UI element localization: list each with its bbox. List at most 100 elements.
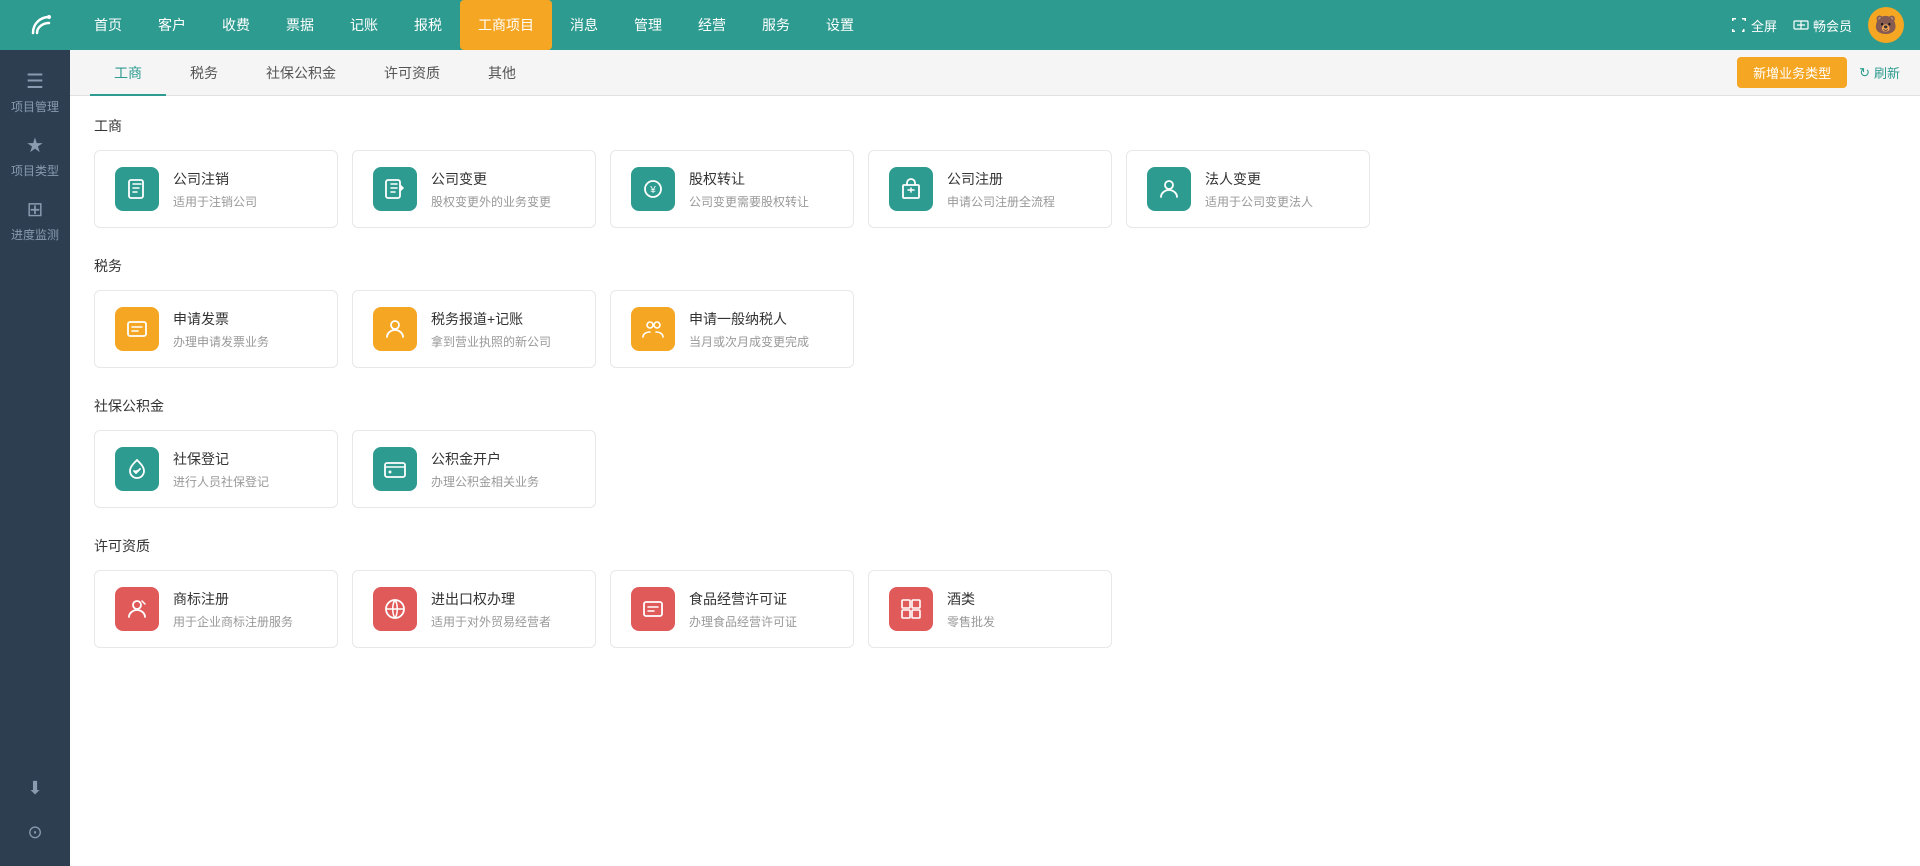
card-icon-equity-transfer: ¥ <box>631 167 675 211</box>
card-text-general-taxpayer: 申请一般纳税人 当月或次月成变更完成 <box>689 309 809 350</box>
nav-operation[interactable]: 经营 <box>680 0 744 50</box>
app-logo <box>16 0 66 50</box>
download-button[interactable]: ⬇ <box>17 770 53 806</box>
card-icon-company-cancel <box>115 167 159 211</box>
section-title-tax: 税务 <box>94 256 1896 276</box>
nav-service[interactable]: 服务 <box>744 0 808 50</box>
card-company-change[interactable]: 公司变更 股权变更外的业务变更 <box>352 150 596 228</box>
sidebar-item-project-manage[interactable]: ☰ 项目管理 <box>0 60 70 124</box>
tab-tax[interactable]: 税务 <box>166 50 242 96</box>
nav-manage[interactable]: 管理 <box>616 0 680 50</box>
nav-settings[interactable]: 设置 <box>808 0 872 50</box>
card-icon-trademark <box>115 587 159 631</box>
card-company-register[interactable]: 公司注册 申请公司注册全流程 <box>868 150 1112 228</box>
nav-bookkeeping[interactable]: 记账 <box>332 0 396 50</box>
section-license: 许可资质 商标注册 用于企业商标注册服务 <box>94 536 1896 648</box>
card-desc-general-taxpayer: 当月或次月成变更完成 <box>689 333 809 350</box>
card-tax-report[interactable]: 税务报道+记账 拿到营业执照的新公司 <box>352 290 596 368</box>
card-desc-alcohol: 零售批发 <box>947 613 995 630</box>
card-icon-tax-report <box>373 307 417 351</box>
avatar[interactable]: 🐻 <box>1868 7 1904 43</box>
section-industry: 工商 公司注销 适用于注销公司 <box>94 116 1896 228</box>
card-name-company-register: 公司注册 <box>947 169 1055 189</box>
card-name-equity-transfer: 股权转让 <box>689 169 809 189</box>
card-desc-import-export: 适用于对外贸易经营者 <box>431 613 551 630</box>
refresh-icon: ↻ <box>1859 65 1870 81</box>
card-icon-alcohol <box>889 587 933 631</box>
nav-message[interactable]: 消息 <box>552 0 616 50</box>
card-name-general-taxpayer: 申请一般纳税人 <box>689 309 809 329</box>
sidebar-item-project-type[interactable]: ★ 项目类型 <box>0 124 70 188</box>
left-sidebar: ☰ 项目管理 ★ 项目类型 ⊞ 进度监测 ⬇ ⊙ <box>0 50 70 866</box>
social-cards-grid: 社保登记 进行人员社保登记 公积金开户 办理公积金相关业务 <box>94 430 1896 508</box>
tab-license[interactable]: 许可资质 <box>360 50 464 96</box>
card-apply-invoice[interactable]: 申请发票 办理申请发票业务 <box>94 290 338 368</box>
card-desc-legal-change: 适用于公司变更法人 <box>1205 193 1313 210</box>
card-trademark[interactable]: 商标注册 用于企业商标注册服务 <box>94 570 338 648</box>
card-icon-apply-invoice <box>115 307 159 351</box>
card-text-import-export: 进出口权办理 适用于对外贸易经营者 <box>431 589 551 630</box>
card-text-social-register: 社保登记 进行人员社保登记 <box>173 449 269 490</box>
tab-bar: 工商 税务 社保公积金 许可资质 其他 新增业务类型 ↻ 刷新 <box>70 50 1920 96</box>
section-title-industry: 工商 <box>94 116 1896 136</box>
sidebar-label-project-manage: 项目管理 <box>11 98 59 115</box>
card-desc-apply-invoice: 办理申请发票业务 <box>173 333 269 350</box>
card-alcohol[interactable]: 酒类 零售批发 <box>868 570 1112 648</box>
card-company-cancel[interactable]: 公司注销 适用于注销公司 <box>94 150 338 228</box>
tab-social-security[interactable]: 社保公积金 <box>242 50 360 96</box>
main-content: 工商 公司注销 适用于注销公司 <box>70 96 1920 866</box>
license-cards-grid: 商标注册 用于企业商标注册服务 进出口权办理 适用于对外贸易经营者 <box>94 570 1896 648</box>
sidebar-label-progress: 进度监测 <box>11 226 59 243</box>
nav-invoice[interactable]: 票据 <box>268 0 332 50</box>
new-type-button[interactable]: 新增业务类型 <box>1737 57 1847 88</box>
tab-other[interactable]: 其他 <box>464 50 540 96</box>
card-desc-company-cancel: 适用于注销公司 <box>173 193 257 210</box>
card-icon-legal-change <box>1147 167 1191 211</box>
top-navbar: 首页 客户 收费 票据 记账 报税 工商项目 消息 管理 经营 服务 设置 全屏… <box>0 0 1920 50</box>
card-provident-fund[interactable]: 公积金开户 办理公积金相关业务 <box>352 430 596 508</box>
card-desc-social-register: 进行人员社保登记 <box>173 473 269 490</box>
tax-cards-grid: 申请发票 办理申请发票业务 税务报道+记账 拿到营业执照的新公司 <box>94 290 1896 368</box>
card-equity-transfer[interactable]: ¥ 股权转让 公司变更需要股权转让 <box>610 150 854 228</box>
nav-fee[interactable]: 收费 <box>204 0 268 50</box>
card-name-social-register: 社保登记 <box>173 449 269 469</box>
nav-tax[interactable]: 报税 <box>396 0 460 50</box>
tab-industry[interactable]: 工商 <box>90 50 166 96</box>
card-name-tax-report: 税务报道+记账 <box>431 309 551 329</box>
card-general-taxpayer[interactable]: 申请一般纳税人 当月或次月成变更完成 <box>610 290 854 368</box>
refresh-button[interactable]: ↻ 刷新 <box>1859 63 1900 82</box>
card-text-food-license: 食品经营许可证 办理食品经营许可证 <box>689 589 797 630</box>
section-title-social: 社保公积金 <box>94 396 1896 416</box>
nav-business[interactable]: 工商项目 <box>460 0 552 50</box>
sidebar-item-progress[interactable]: ⊞ 进度监测 <box>0 188 70 252</box>
card-icon-company-register <box>889 167 933 211</box>
card-social-register[interactable]: 社保登记 进行人员社保登记 <box>94 430 338 508</box>
vip-button[interactable]: 畅会员 <box>1793 16 1852 35</box>
card-text-legal-change: 法人变更 适用于公司变更法人 <box>1205 169 1313 210</box>
card-text-tax-report: 税务报道+记账 拿到营业执照的新公司 <box>431 309 551 350</box>
location-button[interactable]: ⊙ <box>17 814 53 850</box>
section-tax: 税务 申请发票 办理申请发票业务 <box>94 256 1896 368</box>
card-desc-equity-transfer: 公司变更需要股权转让 <box>689 193 809 210</box>
card-name-trademark: 商标注册 <box>173 589 293 609</box>
card-food-license[interactable]: 食品经营许可证 办理食品经营许可证 <box>610 570 854 648</box>
card-text-company-cancel: 公司注销 适用于注销公司 <box>173 169 257 210</box>
progress-icon: ⊞ <box>27 197 44 222</box>
tab-bar-actions: 新增业务类型 ↻ 刷新 <box>1737 57 1900 88</box>
card-import-export[interactable]: 进出口权办理 适用于对外贸易经营者 <box>352 570 596 648</box>
card-icon-food-license <box>631 587 675 631</box>
card-icon-social-register <box>115 447 159 491</box>
card-legal-change[interactable]: 法人变更 适用于公司变更法人 <box>1126 150 1370 228</box>
card-text-equity-transfer: 股权转让 公司变更需要股权转让 <box>689 169 809 210</box>
card-desc-provident-fund: 办理公积金相关业务 <box>431 473 539 490</box>
fullscreen-button[interactable]: 全屏 <box>1731 16 1777 35</box>
card-text-provident-fund: 公积金开户 办理公积金相关业务 <box>431 449 539 490</box>
nav-menu: 首页 客户 收费 票据 记账 报税 工商项目 消息 管理 经营 服务 设置 <box>76 0 1731 50</box>
sidebar-label-project-type: 项目类型 <box>11 162 59 179</box>
card-desc-trademark: 用于企业商标注册服务 <box>173 613 293 630</box>
card-name-provident-fund: 公积金开户 <box>431 449 539 469</box>
nav-home[interactable]: 首页 <box>76 0 140 50</box>
nav-customer[interactable]: 客户 <box>140 0 204 50</box>
card-text-company-change: 公司变更 股权变更外的业务变更 <box>431 169 551 210</box>
card-desc-tax-report: 拿到营业执照的新公司 <box>431 333 551 350</box>
